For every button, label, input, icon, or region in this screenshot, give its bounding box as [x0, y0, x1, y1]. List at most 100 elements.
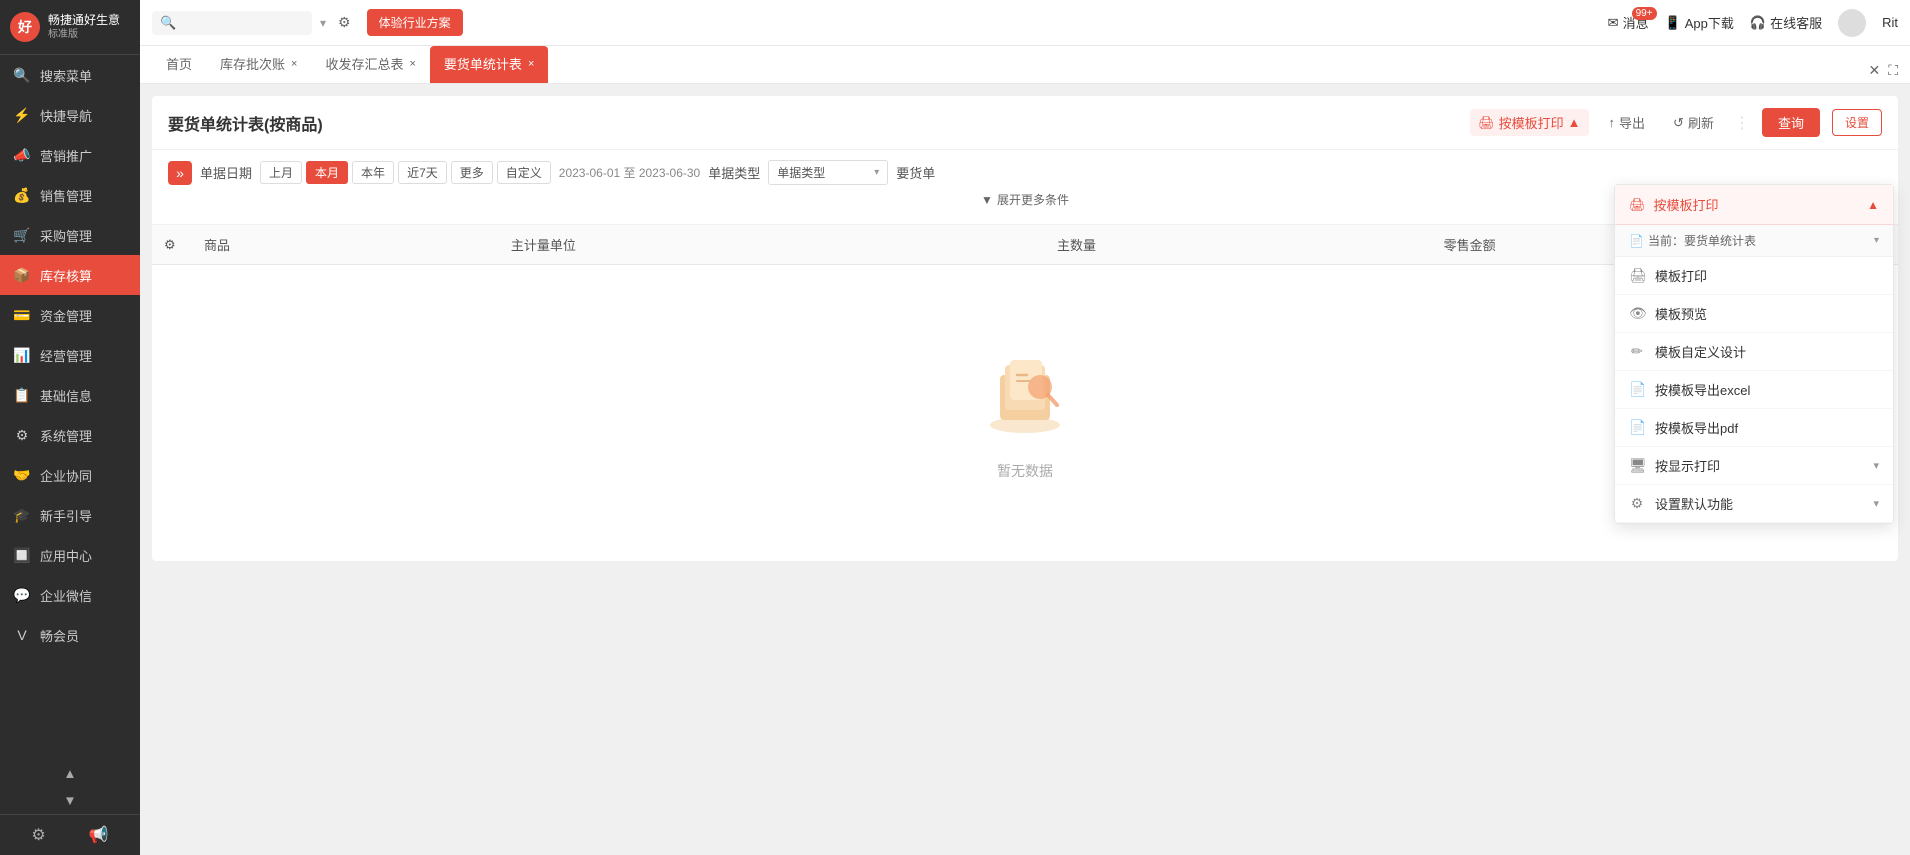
print-template-btn[interactable]: 🖨 按模板打印 ▲	[1470, 109, 1588, 136]
main-area: 🔍 ▾ ⚙ 体验行业方案 ✉ 消息 99+ 📱 App下载 🎧 在线客服 Rit	[140, 0, 1910, 855]
col-qty: 主数量	[1045, 225, 1432, 265]
sidebar-item-inventory[interactable]: 📦 库存核算	[0, 255, 140, 295]
default-func-left: ⚙ 设置默认功能	[1629, 494, 1733, 513]
marketing-icon: 📣	[12, 145, 32, 165]
tab-inventory-batch[interactable]: 库存批次账 ×	[206, 46, 311, 83]
messages-badge: 99+	[1632, 7, 1657, 20]
operations-icon: 📊	[12, 345, 32, 365]
page-content: 要货单统计表(按商品) 🖨 按模板打印 ▲ ↑ 导出 ↺ 刷新	[140, 84, 1910, 855]
print-template-dropdown: 🖨 按模板打印 ▲ 📄 当前：要货单统计表 ▾ 🖨 模板打印 👁 模板预览 ✏ …	[1614, 184, 1894, 524]
tab-close-order-stats[interactable]: ×	[528, 58, 534, 70]
query-btn[interactable]: 查询	[1762, 108, 1820, 137]
date-btn-custom[interactable]: 自定义	[497, 161, 551, 184]
user-avatar[interactable]	[1838, 9, 1866, 37]
sidebar-item-operations[interactable]: 📊 经营管理	[0, 335, 140, 375]
newbie-icon: 🎓	[12, 505, 32, 525]
app-download-btn[interactable]: 📱 App下载	[1665, 13, 1734, 32]
sidebar: 好 畅捷通好生意 标准版 🔍 搜索菜单 ⚡ 快捷导航 📣 营销推广 💰 销售管理…	[0, 0, 140, 855]
page-header: 要货单统计表(按商品) 🖨 按模板打印 ▲ ↑ 导出 ↺ 刷新	[152, 96, 1898, 150]
search-input[interactable]	[180, 16, 300, 30]
order-type-select[interactable]: 单据类型 ▾	[768, 160, 888, 185]
tab-stock-summary[interactable]: 收发存汇总表 ×	[311, 46, 429, 83]
pdf-item-icon: 📄	[1629, 419, 1645, 436]
sidebar-item-quicknav[interactable]: ⚡ 快捷导航	[0, 95, 140, 135]
dropdown-item-print[interactable]: 🖨 模板打印	[1615, 257, 1893, 295]
display-print-left: 🖥 按显示打印	[1629, 456, 1720, 475]
search-icon: 🔍	[12, 65, 32, 85]
dropdown-item-export-pdf[interactable]: 📄 按模板导出pdf	[1615, 409, 1893, 447]
sidebar-bottom: ⚙ 📢	[0, 814, 140, 855]
dropdown-subitem-default[interactable]: ⚙ 设置默认功能 ▾	[1615, 485, 1893, 523]
search-chevron-icon[interactable]: ▾	[320, 16, 326, 30]
sidebar-item-sales[interactable]: 💰 销售管理	[0, 175, 140, 215]
goods-filter-label: 要货单	[896, 163, 935, 182]
username-label[interactable]: Rit	[1882, 15, 1898, 30]
inventory-icon: 📦	[12, 265, 32, 285]
topbar-search-box[interactable]: 🔍	[152, 11, 312, 35]
settings-btn[interactable]: 设置	[1832, 109, 1882, 136]
dropdown-item-preview[interactable]: 👁 模板预览	[1615, 295, 1893, 333]
export-btn[interactable]: ↑ 导出	[1601, 109, 1654, 136]
lightning-icon: ⚡	[12, 105, 32, 125]
col-settings[interactable]: ⚙	[152, 225, 192, 265]
sidebar-item-newbie[interactable]: 🎓 新手引导	[0, 495, 140, 535]
empty-icon	[975, 345, 1075, 445]
system-icon: ⚙	[12, 425, 32, 445]
tab-close-stock-summary[interactable]: ×	[409, 58, 415, 70]
sidebar-item-member[interactable]: V 畅会员	[0, 615, 140, 655]
page-actions: 🖨 按模板打印 ▲ ↑ 导出 ↺ 刷新 ⋮ 查询 设置	[1470, 108, 1882, 137]
sidebar-nav: 📣 营销推广 💰 销售管理 🛒 采购管理 📦 库存核算 💳 资金管理 📊 经营管…	[0, 135, 140, 760]
sidebar-item-marketing[interactable]: 📣 营销推广	[0, 135, 140, 175]
enterprise-icon: 🤝	[12, 465, 32, 485]
topbar-right: ✉ 消息 99+ 📱 App下载 🎧 在线客服 Rit	[1608, 9, 1898, 37]
empty-text: 暂无数据	[997, 461, 1053, 481]
sidebar-item-basic-info[interactable]: 📋 基础信息	[0, 375, 140, 415]
date-btn-7days[interactable]: 近7天	[398, 161, 447, 184]
tabbar-expand-icon[interactable]: ⛶	[1888, 62, 1898, 79]
col-unit: 主计量单位	[499, 225, 1045, 265]
scroll-down-btn[interactable]: ▼	[0, 787, 140, 814]
purchase-icon: 🛒	[12, 225, 32, 245]
display-print-arrow-icon: ▾	[1873, 459, 1879, 472]
filter-expand-btn[interactable]: »	[168, 161, 192, 185]
dropdown-item-design[interactable]: ✏ 模板自定义设计	[1615, 333, 1893, 371]
basicinfo-icon: 📋	[12, 385, 32, 405]
date-btn-this-month[interactable]: 本月	[306, 161, 348, 184]
tabbar-close-icon[interactable]: ✕	[1868, 62, 1880, 79]
date-range-display: 2023-06-01 至 2023-06-30	[559, 164, 700, 181]
dropdown-subitem-display-print[interactable]: 🖥 按显示打印 ▾	[1615, 447, 1893, 485]
dropdown-item-export-excel[interactable]: 📄 按模板导出excel	[1615, 371, 1893, 409]
messages-btn[interactable]: ✉ 消息 99+	[1608, 13, 1649, 32]
sidebar-item-system[interactable]: ⚙ 系统管理	[0, 415, 140, 455]
tab-order-stats[interactable]: 要货单统计表 ×	[430, 46, 548, 83]
date-btn-this-year[interactable]: 本年	[352, 161, 394, 184]
industry-btn[interactable]: 体验行业方案	[367, 9, 463, 36]
sidebar-item-search[interactable]: 🔍 搜索菜单	[0, 55, 140, 95]
sales-icon: 💰	[12, 185, 32, 205]
date-btn-last-month[interactable]: 上月	[260, 161, 302, 184]
sidebar-item-appcenter[interactable]: 🔲 应用中心	[0, 535, 140, 575]
sidebar-item-finance[interactable]: 💳 资金管理	[0, 295, 140, 335]
dropdown-header[interactable]: 🖨 按模板打印 ▲	[1615, 185, 1893, 225]
col-goods: 商品	[192, 225, 499, 265]
tab-close-inventory-batch[interactable]: ×	[291, 58, 297, 70]
customer-service-btn[interactable]: 🎧 在线客服	[1750, 13, 1822, 32]
expand-more-icon: ▼	[981, 193, 993, 207]
scroll-up-btn[interactable]: ▲	[0, 760, 140, 787]
topbar-gear-icon[interactable]: ⚙	[338, 14, 351, 31]
settings-icon[interactable]: ⚙	[31, 825, 45, 845]
design-item-icon: ✏	[1629, 343, 1645, 360]
speaker-icon[interactable]: 📢	[89, 825, 109, 845]
sidebar-item-enterprise[interactable]: 🤝 企业协同	[0, 455, 140, 495]
sidebar-item-purchase[interactable]: 🛒 采购管理	[0, 215, 140, 255]
current-badge-arrow-icon[interactable]: ▾	[1874, 235, 1879, 246]
divider: ⋮	[1734, 113, 1750, 133]
dropdown-header-left: 🖨 按模板打印	[1629, 195, 1719, 214]
date-btn-more[interactable]: 更多	[451, 161, 493, 184]
default-func-arrow-icon: ▾	[1873, 497, 1879, 510]
current-template-badge: 📄 当前：要货单统计表 ▾	[1615, 225, 1893, 257]
tab-home[interactable]: 首页	[152, 46, 206, 83]
message-icon: ✉	[1608, 15, 1619, 31]
refresh-btn[interactable]: ↺ 刷新	[1665, 109, 1722, 136]
sidebar-item-wxwork[interactable]: 💬 企业微信	[0, 575, 140, 615]
